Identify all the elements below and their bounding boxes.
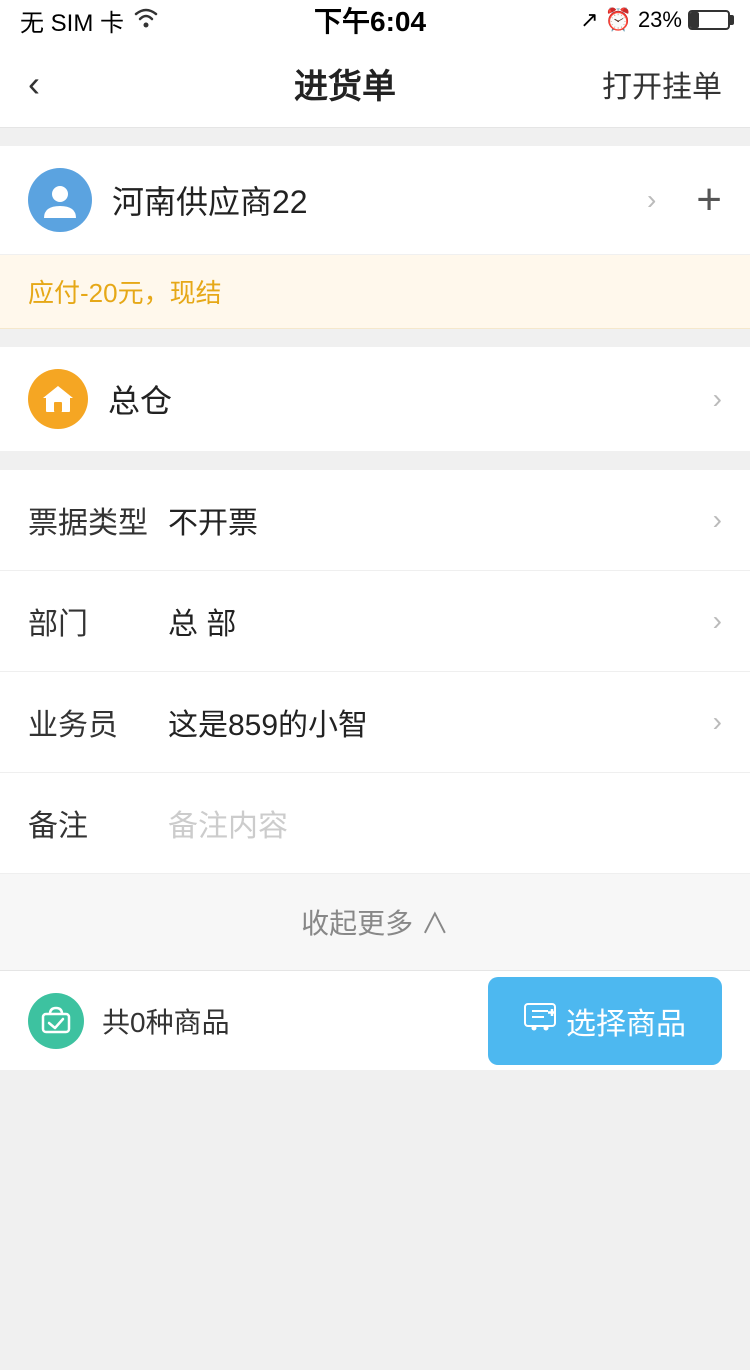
- remark-row[interactable]: 备注 备注内容: [0, 772, 750, 873]
- location-icon: ↗: [580, 7, 598, 33]
- supplier-chevron-icon: ›: [647, 184, 656, 216]
- battery-icon: [688, 10, 730, 30]
- supplier-row[interactable]: 河南供应商22 › +: [0, 146, 750, 255]
- product-count: 共0种商品: [102, 1001, 488, 1041]
- notice-bar: 应付-20元，现结: [0, 255, 750, 329]
- open-pending-button[interactable]: 打开挂单: [602, 62, 722, 106]
- sim-label: 无 SIM 卡: [20, 3, 124, 38]
- invoice-value: 不开票: [168, 498, 713, 542]
- bottom-bar: 共0种商品 选择商品: [0, 970, 750, 1070]
- salesperson-label: 业务员: [28, 700, 158, 744]
- collapse-label: 收起更多 ∧: [301, 908, 449, 939]
- status-bar: 无 SIM 卡 下午6:04 ↗ ⏰ 23%: [0, 0, 750, 40]
- remark-input[interactable]: 备注内容: [168, 801, 722, 845]
- battery-percent: 23%: [638, 7, 682, 33]
- page-title: 进货单: [294, 59, 396, 108]
- cart-icon: [524, 1003, 556, 1039]
- warehouse-row[interactable]: 总仓 ›: [0, 347, 750, 452]
- supplier-name: 河南供应商22: [112, 177, 647, 223]
- status-right: ↗ ⏰ 23%: [580, 7, 730, 33]
- remark-label: 备注: [28, 801, 158, 845]
- wifi-icon: [132, 6, 160, 35]
- salesperson-value: 这是859的小智: [168, 700, 713, 744]
- department-row[interactable]: 部门 总 部 ›: [0, 570, 750, 671]
- warehouse-name: 总仓: [108, 376, 713, 422]
- notice-text: 应付-20元，现结: [28, 278, 222, 308]
- add-supplier-button[interactable]: +: [696, 175, 722, 225]
- select-product-label: 选择商品: [566, 999, 686, 1043]
- mid-divider: [0, 329, 750, 347]
- supplier-avatar: [28, 168, 92, 232]
- salesperson-row[interactable]: 业务员 这是859的小智 ›: [0, 671, 750, 772]
- department-chevron-icon: ›: [713, 605, 722, 637]
- select-product-button[interactable]: 选择商品: [488, 977, 722, 1065]
- status-left: 无 SIM 卡: [20, 3, 160, 38]
- mid-divider2: [0, 452, 750, 470]
- invoice-label: 票据类型: [28, 498, 158, 542]
- gray-fill-area: [0, 1070, 750, 1370]
- nav-bar: ‹ 进货单 打开挂单: [0, 40, 750, 128]
- invoice-type-row[interactable]: 票据类型 不开票 ›: [0, 470, 750, 570]
- collapse-button[interactable]: 收起更多 ∧: [0, 873, 750, 970]
- warehouse-icon: [28, 369, 88, 429]
- alarm-icon: ⏰: [605, 7, 632, 33]
- product-icon: [28, 993, 84, 1049]
- department-value: 总 部: [168, 599, 713, 643]
- department-label: 部门: [28, 599, 158, 643]
- status-time: 下午6:04: [314, 0, 426, 40]
- supplier-section: 河南供应商22 › + 应付-20元，现结 总仓 › 票据类型 不开票 › 部门…: [0, 146, 750, 1070]
- warehouse-chevron-icon: ›: [713, 383, 722, 415]
- salesperson-chevron-icon: ›: [713, 706, 722, 738]
- back-button[interactable]: ‹: [28, 63, 88, 105]
- top-divider: [0, 128, 750, 146]
- invoice-chevron-icon: ›: [713, 504, 722, 536]
